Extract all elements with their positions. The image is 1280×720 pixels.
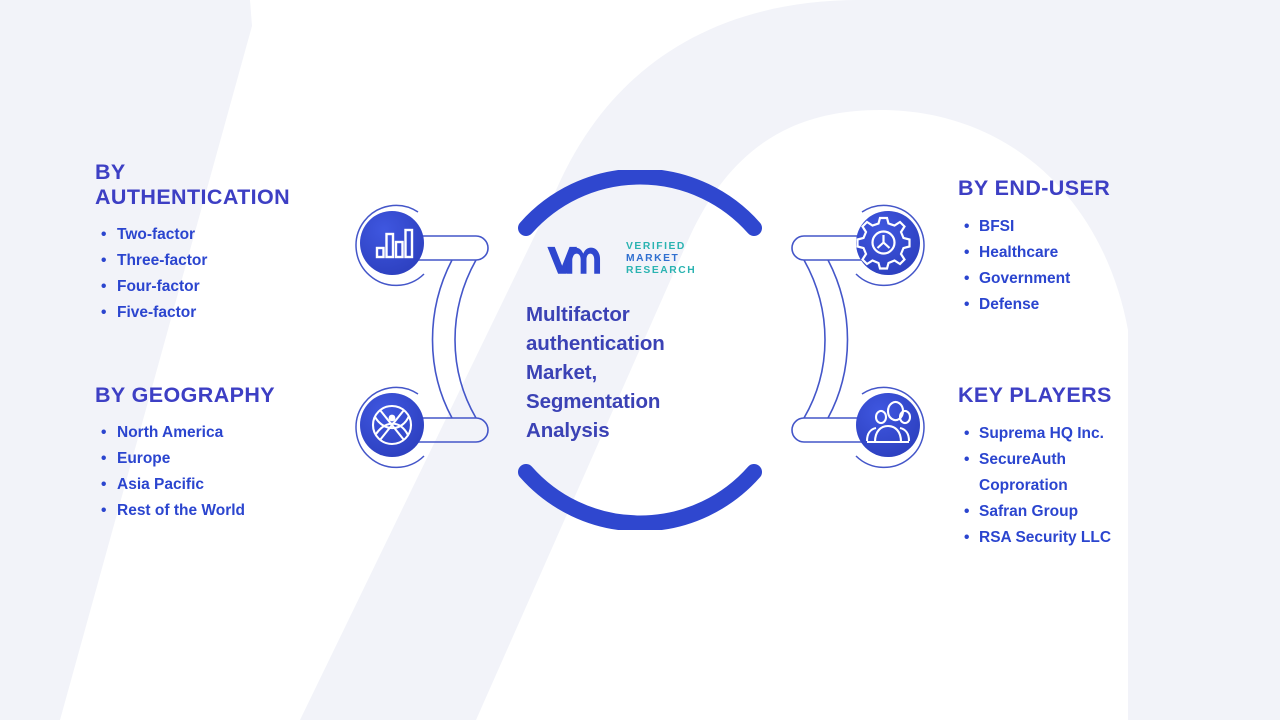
segment-key-players-heading: KEY PLAYERS — [958, 383, 1112, 407]
title-line-1: Multifactor — [526, 303, 630, 326]
list-item: Europe — [95, 446, 355, 472]
list-item-label: Government — [979, 269, 1071, 287]
segment-authentication-heading: BY AUTHENTICATION — [95, 160, 355, 210]
list-item-label: Rest of the World — [117, 501, 246, 519]
list-item-label: Asia Pacific — [117, 475, 205, 493]
infographic-canvas: VERIFIED MARKET RESEARCH Multifactor aut… — [0, 0, 1280, 720]
list-item: Safran Group — [958, 499, 1258, 525]
icon-badge-globe[interactable] — [360, 393, 424, 457]
list-item: North America — [95, 420, 355, 446]
logo-line-market: MARKET — [626, 252, 680, 264]
list-item-label: Healthcare — [979, 244, 1059, 262]
list-item: Three-factor — [95, 248, 355, 274]
segment-key-players-list: Suprema HQ Inc. SecureAuth Coproration S… — [958, 421, 1258, 550]
center-arc-bottom — [518, 464, 762, 530]
list-item-label: Three-factor — [117, 252, 208, 270]
segment-authentication: BY AUTHENTICATION Two-factor Three-facto… — [95, 160, 355, 326]
page-title: Multifactor authentication Market, Segme… — [526, 300, 726, 446]
heading-line-2: AUTHENTICATION — [95, 185, 291, 210]
vmr-logo-wordmark: VERIFIED MARKET RESEARCH — [626, 241, 696, 277]
segment-key-players: KEY PLAYERS Suprema HQ Inc. SecureAuth C… — [958, 383, 1258, 551]
list-item-label: Europe — [117, 450, 171, 468]
title-line-5: Analysis — [526, 419, 610, 443]
icon-badge-gear[interactable] — [856, 211, 920, 275]
segment-end-user-list: BFSI Healthcare Government Defense — [958, 214, 1258, 318]
list-item: Healthcare — [958, 240, 1258, 266]
list-item: Government — [958, 266, 1258, 292]
segment-geography: BY GEOGRAPHY North America Europe Asia P… — [95, 383, 355, 524]
logo-line-verified: VERIFIED — [626, 240, 686, 252]
list-item-label: Two-factor — [117, 226, 196, 244]
list-item-label: Defense — [979, 295, 1040, 313]
segment-authentication-list: Two-factor Three-factor Four-factor Five… — [95, 222, 355, 326]
segment-end-user: BY END-USER BFSI Healthcare Government D… — [958, 176, 1258, 318]
list-item-label: North America — [117, 424, 224, 442]
segment-geography-heading: BY GEOGRAPHY — [95, 383, 276, 407]
list-item: Defense — [958, 292, 1258, 318]
list-item-label: RSA Security LLC — [979, 528, 1112, 546]
center-title-block: Multifactor authentication Market, Segme… — [526, 300, 726, 446]
title-line-2: authentication — [526, 332, 665, 356]
logo-line-research: RESEARCH — [626, 265, 697, 277]
list-item: SecureAuth Coproration — [958, 447, 1258, 499]
list-item-label: Four-factor — [117, 278, 200, 296]
heading-line-1: BY — [95, 160, 126, 184]
list-item: Two-factor — [95, 222, 355, 248]
list-item-label-continuation: Coproration — [979, 476, 1068, 494]
icon-badge-users[interactable] — [856, 393, 920, 457]
segment-geography-list: North America Europe Asia Pacific Rest o… — [95, 420, 355, 524]
list-item-label: Suprema HQ Inc. — [979, 425, 1104, 443]
vmr-logo-mark — [547, 246, 601, 274]
segment-end-user-heading: BY END-USER — [958, 176, 1111, 200]
list-item: Asia Pacific — [95, 472, 355, 498]
center-arc-top — [518, 170, 762, 236]
list-item-label: Five-factor — [117, 303, 197, 321]
list-item: BFSI — [958, 214, 1258, 240]
title-line-3: Market, — [526, 361, 598, 385]
list-item: Rest of the World — [95, 498, 355, 524]
list-item-label: SecureAuth — [979, 451, 1066, 469]
list-item: Four-factor — [95, 274, 355, 300]
title-line-4: Segmentation — [526, 390, 661, 414]
list-item: Suprema HQ Inc. — [958, 421, 1258, 447]
vmr-logo: VERIFIED MARKET RESEARCH — [546, 232, 711, 286]
list-item-label: BFSI — [979, 218, 1015, 236]
list-item: Five-factor — [95, 300, 355, 326]
icon-badge-bar-chart[interactable] — [360, 211, 424, 275]
list-item: RSA Security LLC — [958, 525, 1258, 551]
list-item-label: Safran Group — [979, 502, 1079, 520]
